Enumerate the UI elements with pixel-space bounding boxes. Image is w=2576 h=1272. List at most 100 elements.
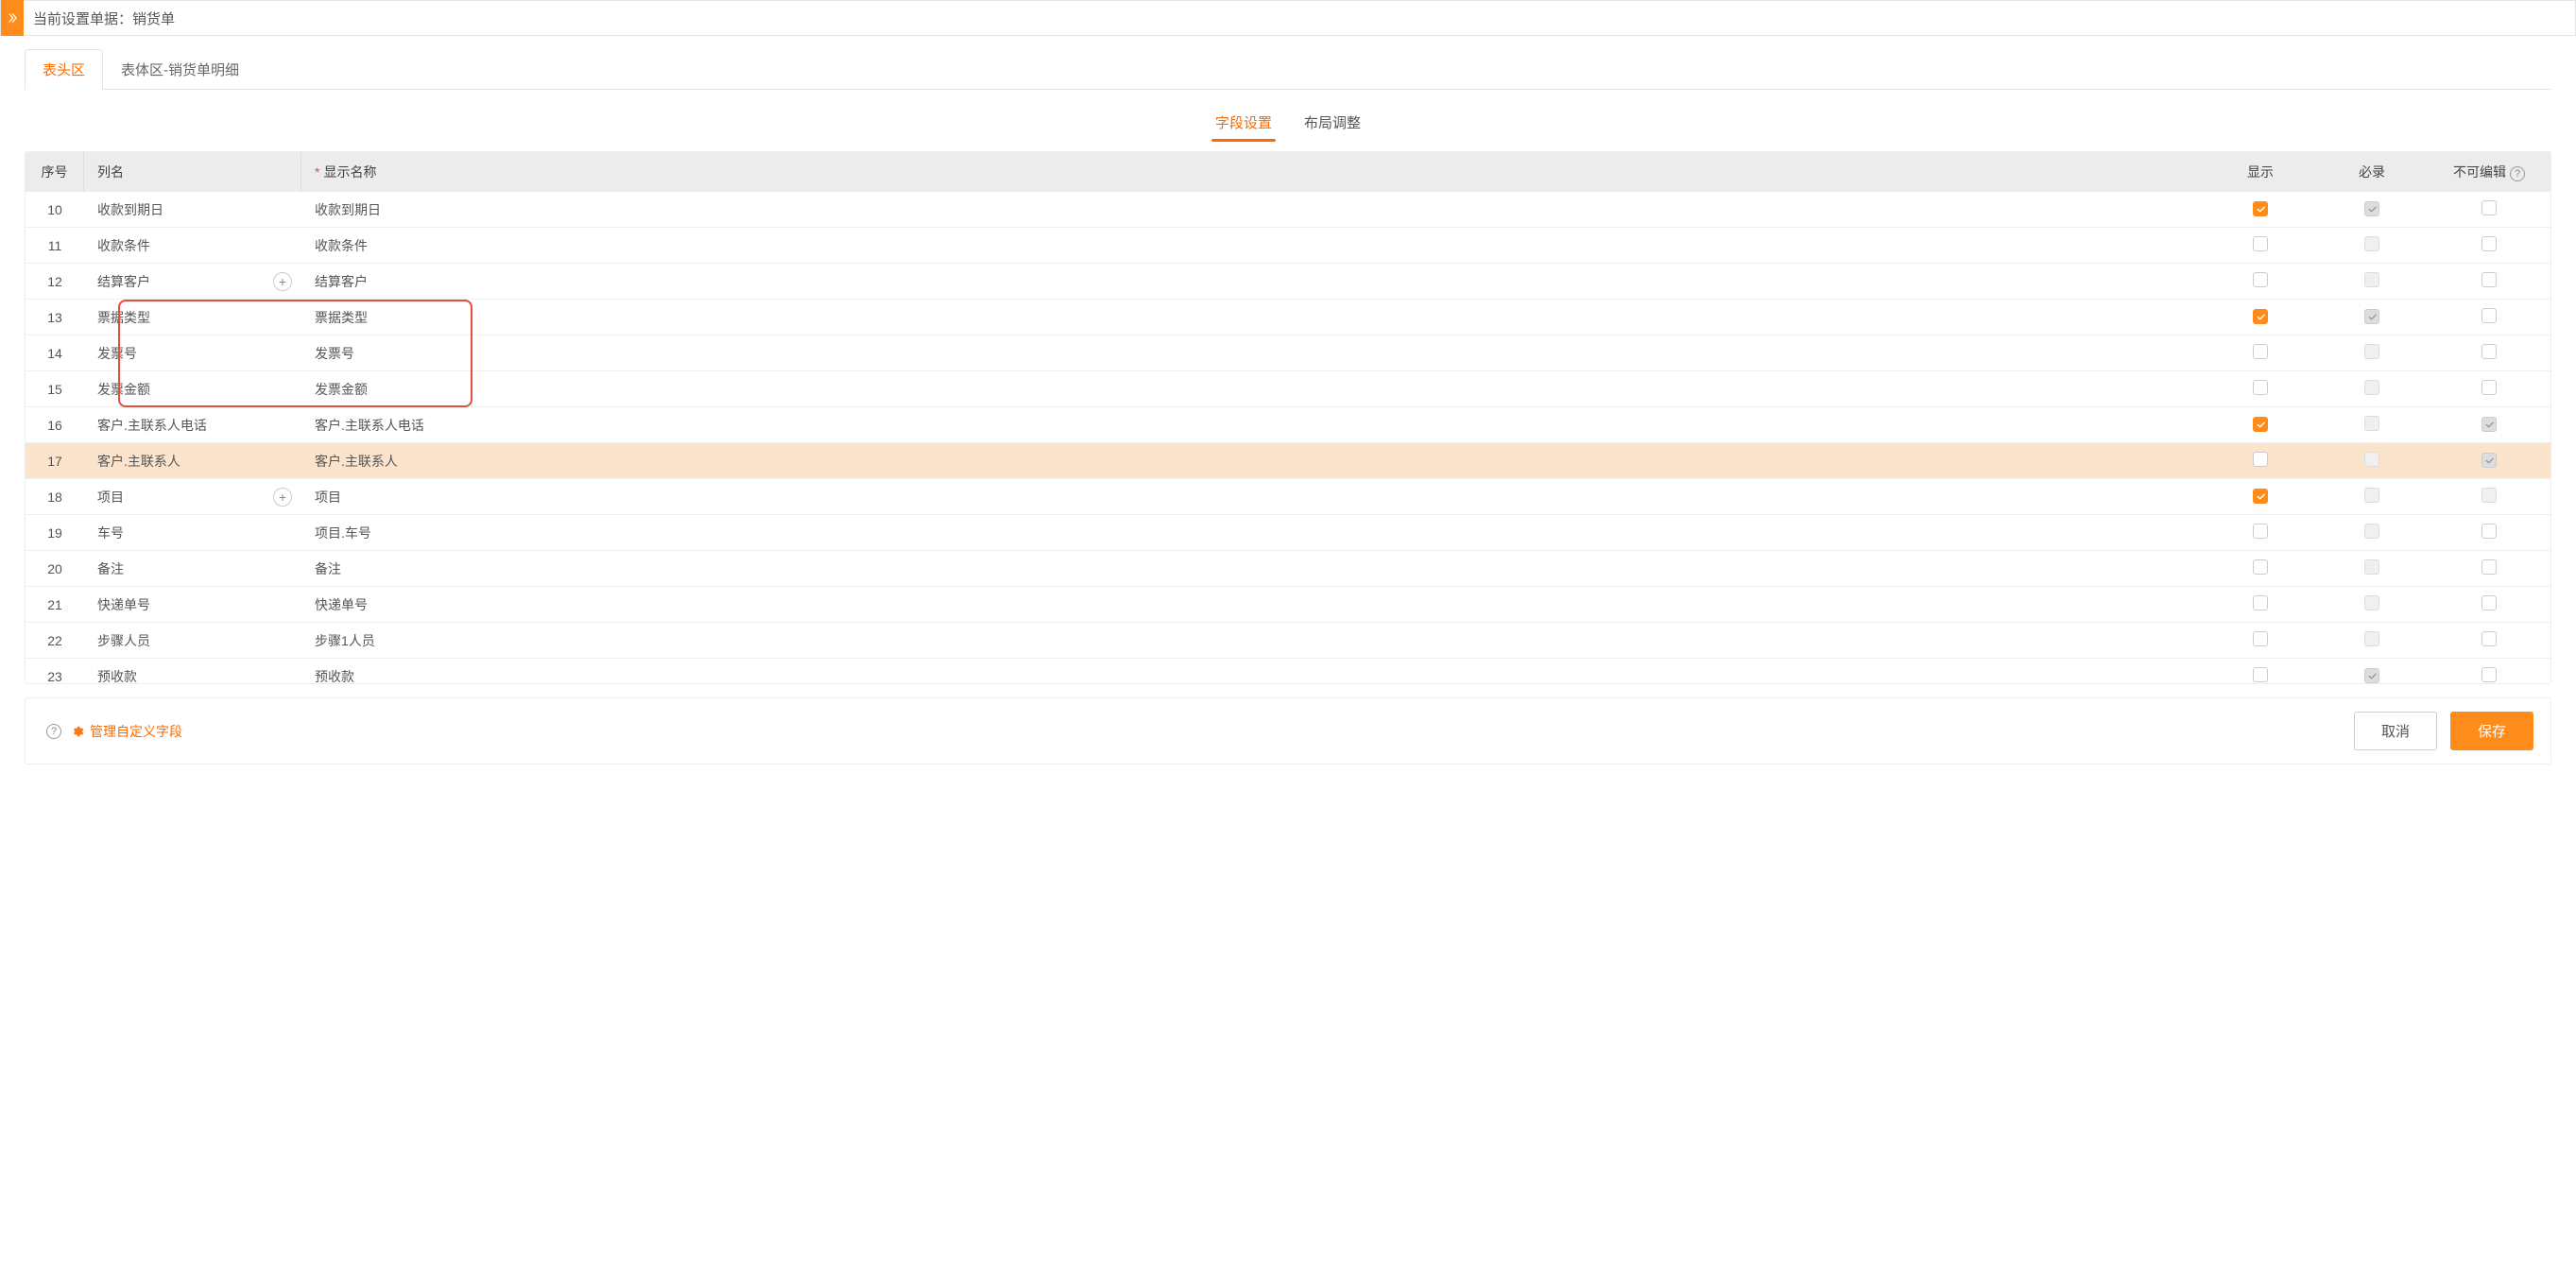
help-icon[interactable]: ? [2510, 166, 2525, 181]
table-row[interactable]: 12 结算客户+ 结算客户 [26, 264, 2550, 300]
checkbox[interactable] [2482, 200, 2497, 215]
cell-required [2316, 524, 2428, 541]
checkbox[interactable] [2253, 380, 2268, 395]
cell-show [2205, 380, 2316, 398]
table-row[interactable]: 23 预收款 预收款 [26, 659, 2550, 683]
cell-required [2316, 344, 2428, 362]
table-row[interactable]: 21 快递单号 快递单号 [26, 587, 2550, 623]
checkbox[interactable] [2253, 236, 2268, 251]
field-table: 序号 列名 *显示名称 显示 必录 不可编辑? 10 收款到期日 收款到期日 1… [25, 151, 2551, 684]
checkbox[interactable] [2482, 524, 2497, 539]
checkbox[interactable] [2253, 489, 2268, 504]
checkbox [2364, 344, 2379, 359]
cell-readonly [2428, 272, 2550, 290]
table-row[interactable]: 15 发票金额 发票金额 [26, 371, 2550, 407]
checkbox[interactable] [2253, 201, 2268, 216]
checkbox[interactable] [2482, 236, 2497, 251]
save-button[interactable]: 保存 [2450, 712, 2533, 750]
cell-readonly [2428, 524, 2550, 541]
checkbox[interactable] [2253, 452, 2268, 467]
table-row[interactable]: 19 车号 项目.车号 [26, 515, 2550, 551]
checkbox[interactable] [2253, 344, 2268, 359]
table-row[interactable]: 10 收款到期日 收款到期日 [26, 192, 2550, 228]
checkbox[interactable] [2482, 631, 2497, 646]
help-icon[interactable]: ? [46, 724, 61, 739]
cell-display[interactable]: 备注 [301, 559, 2205, 578]
cell-display[interactable]: 结算客户 [301, 272, 2205, 291]
cell-seq: 23 [26, 669, 84, 684]
checkbox[interactable] [2482, 595, 2497, 610]
add-icon[interactable]: + [273, 488, 292, 507]
checkbox [2364, 236, 2379, 251]
cell-seq: 17 [26, 454, 84, 469]
checkbox[interactable] [2253, 524, 2268, 539]
checkbox[interactable] [2253, 631, 2268, 646]
cell-name: 发票金额 [84, 380, 301, 399]
table-row[interactable]: 22 步骤人员 步骤1人员 [26, 623, 2550, 659]
collapse-toggle[interactable] [1, 0, 24, 36]
cell-seq: 22 [26, 633, 84, 648]
cell-required [2316, 631, 2428, 649]
cell-display[interactable]: 收款条件 [301, 236, 2205, 255]
cell-display[interactable]: 项目.车号 [301, 524, 2205, 542]
cell-display[interactable]: 客户.主联系人 [301, 452, 2205, 471]
checkbox[interactable] [2482, 308, 2497, 323]
checkbox[interactable] [2253, 559, 2268, 575]
footer-bar: ? 管理自定义字段 取消 保存 [25, 697, 2551, 765]
cell-display[interactable]: 票据类型 [301, 308, 2205, 327]
cell-display[interactable]: 预收款 [301, 667, 2205, 684]
add-icon[interactable]: + [273, 272, 292, 291]
cell-required [2316, 272, 2428, 290]
col-header-display: *显示名称 [301, 163, 2205, 181]
cell-display[interactable]: 发票号 [301, 344, 2205, 363]
manage-custom-fields-link[interactable]: 管理自定义字段 [71, 722, 182, 741]
checkbox[interactable] [2482, 559, 2497, 575]
table-row[interactable]: 17 客户.主联系人 客户.主联系人 [26, 443, 2550, 479]
col-header-seq: 序号 [26, 152, 84, 192]
table-row[interactable]: 18 项目+ 项目 [26, 479, 2550, 515]
cell-name: 客户.主联系人 [84, 452, 301, 471]
tab-layout-adjust[interactable]: 布局调整 [1300, 107, 1365, 142]
cell-show [2205, 489, 2316, 505]
tab-header-area[interactable]: 表头区 [25, 49, 103, 89]
cell-readonly [2428, 453, 2550, 469]
checkbox[interactable] [2253, 667, 2268, 682]
checkbox[interactable] [2482, 380, 2497, 395]
cell-display[interactable]: 项目 [301, 488, 2205, 507]
table-row[interactable]: 16 客户.主联系人电话 客户.主联系人电话 [26, 407, 2550, 443]
page-title: 当前设置单据：销货单 [24, 9, 175, 28]
cancel-button[interactable]: 取消 [2354, 712, 2437, 750]
table-row[interactable]: 14 发票号 发票号 [26, 335, 2550, 371]
checkbox [2364, 380, 2379, 395]
cell-name: 备注 [84, 559, 301, 578]
checkbox[interactable] [2482, 667, 2497, 682]
table-row[interactable]: 11 收款条件 收款条件 [26, 228, 2550, 264]
checkbox[interactable] [2253, 595, 2268, 610]
cell-readonly [2428, 488, 2550, 506]
cell-display[interactable]: 发票金额 [301, 380, 2205, 399]
checkbox[interactable] [2482, 344, 2497, 359]
cell-display[interactable]: 步骤1人员 [301, 631, 2205, 650]
cell-readonly [2428, 380, 2550, 398]
cell-display[interactable]: 客户.主联系人电话 [301, 416, 2205, 435]
checkbox[interactable] [2253, 309, 2268, 324]
table-row[interactable]: 13 票据类型 票据类型 [26, 300, 2550, 335]
checkbox[interactable] [2482, 272, 2497, 287]
checkbox[interactable] [2253, 272, 2268, 287]
cell-name: 步骤人员 [84, 631, 301, 650]
cell-name: 车号 [84, 524, 301, 542]
cell-display[interactable]: 快递单号 [301, 595, 2205, 614]
col-header-show: 显示 [2205, 163, 2316, 181]
cell-seq: 14 [26, 346, 84, 361]
cell-readonly [2428, 236, 2550, 254]
cell-show [2205, 452, 2316, 470]
cell-seq: 12 [26, 274, 84, 289]
checkbox[interactable] [2253, 417, 2268, 432]
checkbox [2364, 559, 2379, 575]
tab-field-settings[interactable]: 字段设置 [1211, 107, 1276, 142]
tab-body-area[interactable]: 表体区-销货单明细 [103, 49, 257, 89]
table-row[interactable]: 20 备注 备注 [26, 551, 2550, 587]
cell-readonly [2428, 344, 2550, 362]
cell-display[interactable]: 收款到期日 [301, 200, 2205, 219]
table-header: 序号 列名 *显示名称 显示 必录 不可编辑? [26, 152, 2550, 192]
